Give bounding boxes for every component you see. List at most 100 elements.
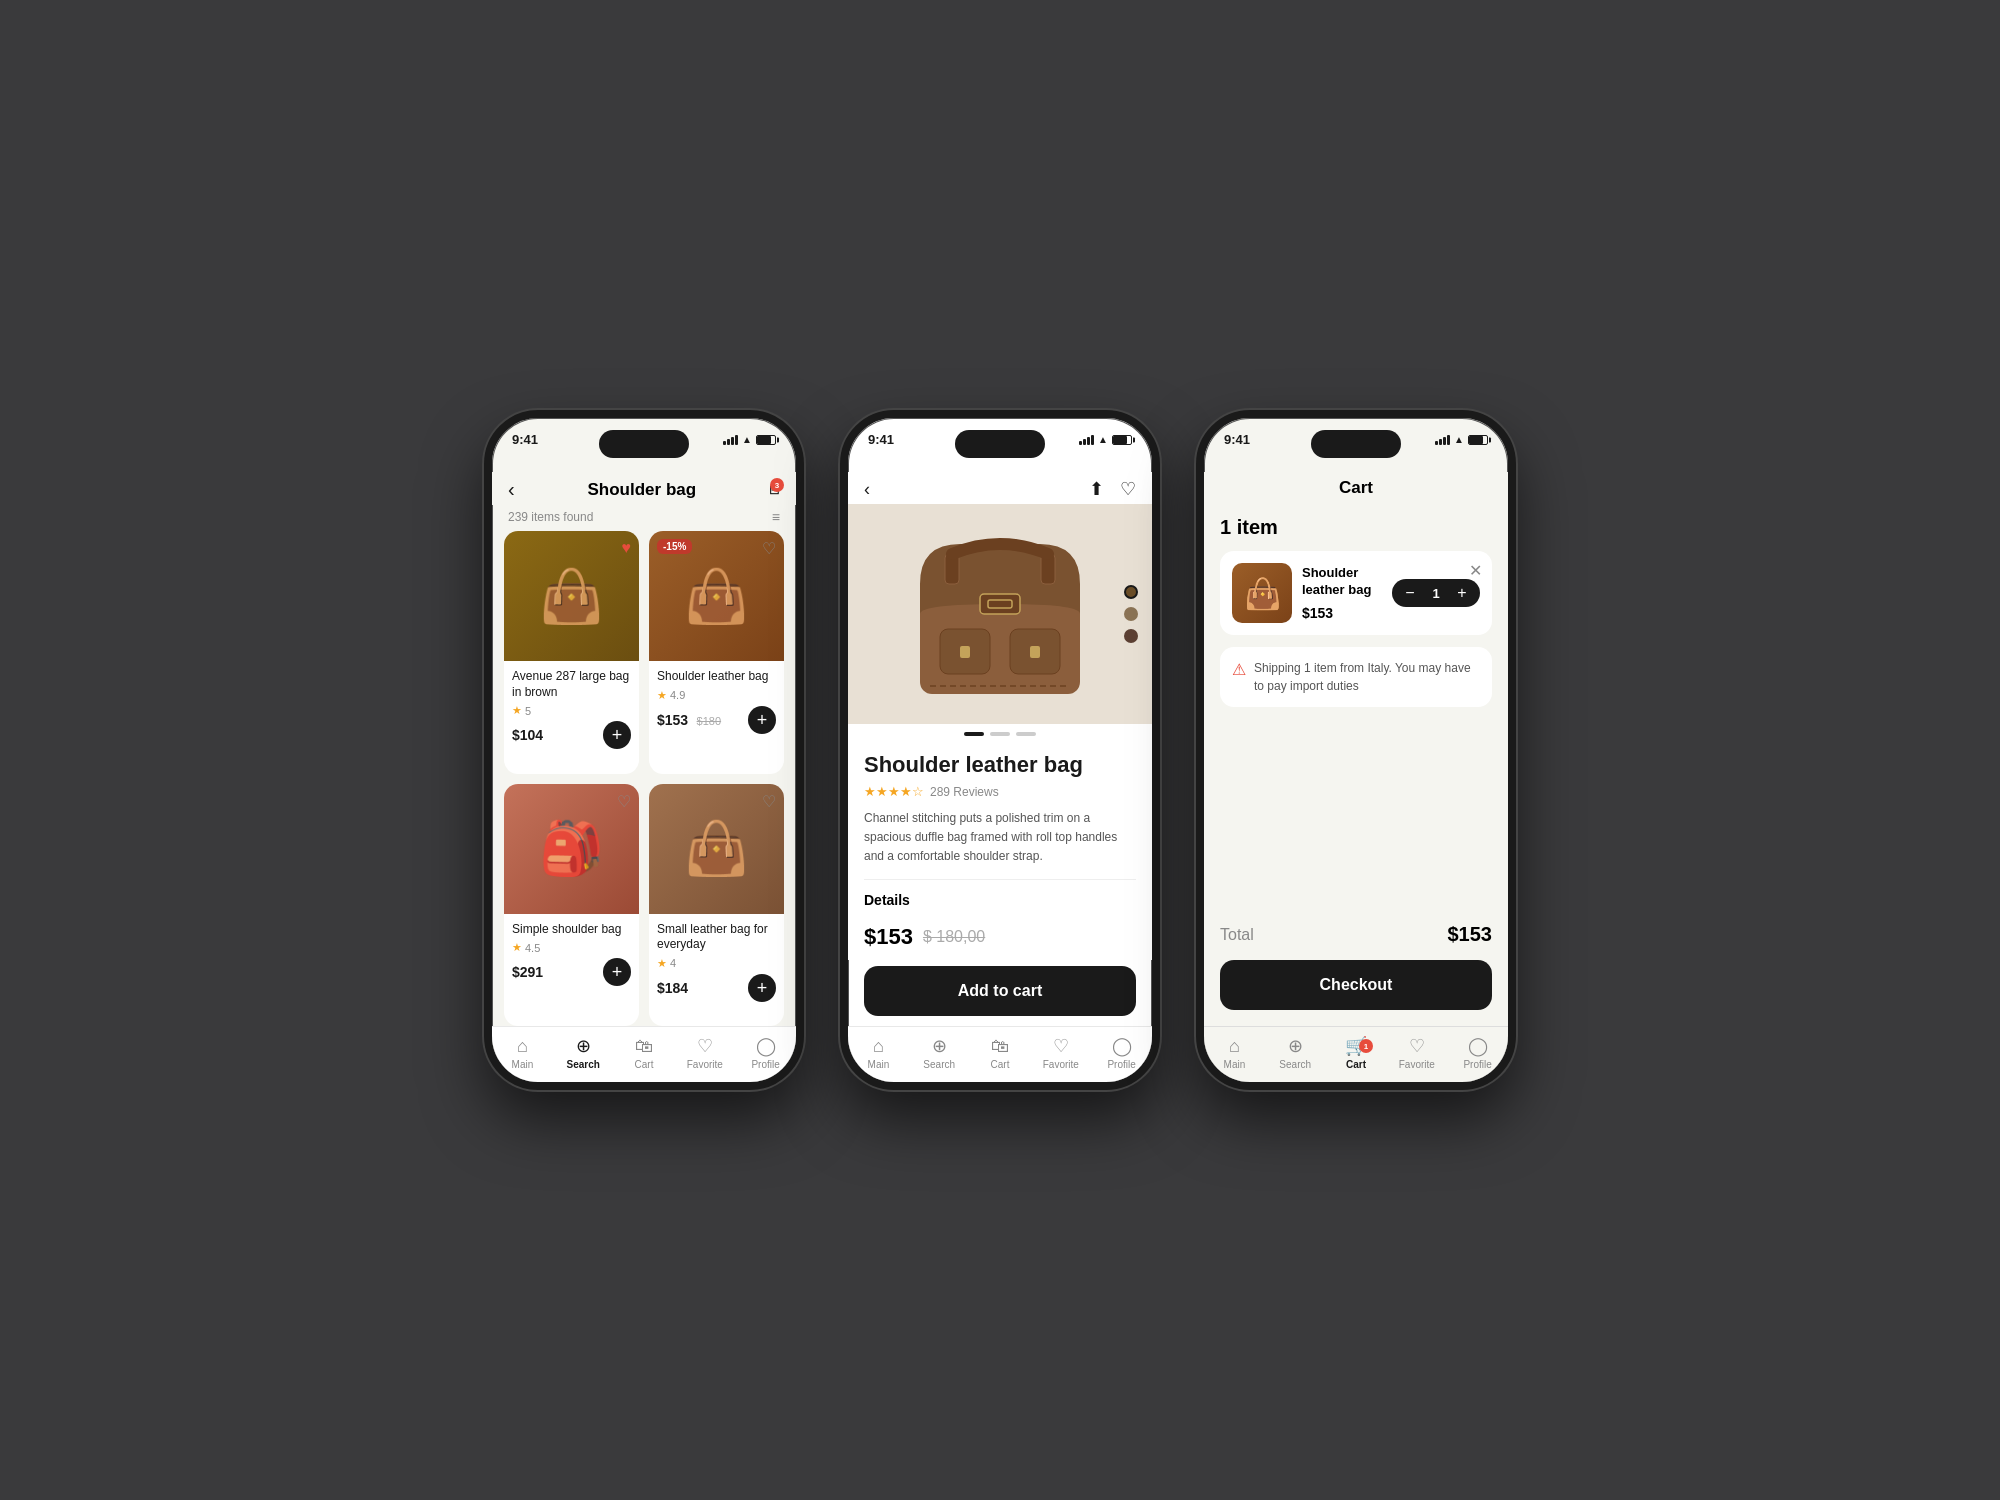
nav-favorite-2[interactable]: ♡ Favorite [1036,1035,1086,1070]
cart-total-section: Total $153 Checkout [1204,907,1508,1026]
product-price-row-3: $291 + [512,958,631,986]
nav-main-3[interactable]: ⌂ Main [1209,1036,1259,1070]
cart-title: Cart [1339,478,1373,497]
nav-favorite-label-3: Favorite [1399,1059,1435,1070]
detail-old-price: $ 180,00 [923,928,985,946]
dynamic-island-1 [599,430,689,458]
cart-item-name: Shoulder leather bag [1302,565,1382,599]
image-dot-3[interactable] [1016,732,1036,736]
image-dot-1[interactable] [964,732,984,736]
cart-nav-badge: 1 [1359,1039,1373,1053]
warning-icon: ⚠ [1232,660,1246,679]
nav-search-1[interactable]: ⊕ Search [558,1035,608,1070]
add-to-cart-btn-1[interactable]: + [603,721,631,749]
wifi-icon-1: ▲ [742,434,752,445]
review-count: 289 Reviews [930,785,999,799]
product-rating-3: ★ 4.5 [512,941,631,954]
home-icon-1: ⌂ [517,1036,528,1057]
quantity-increase[interactable]: + [1452,583,1472,603]
phone-2-detail: 9:41 ▲ ‹ ⬆ ♡ [840,410,1160,1090]
nav-favorite-3[interactable]: ♡ Favorite [1392,1035,1442,1070]
signal-bar-1 [723,441,726,445]
product-card-4[interactable]: 👜 ♡ Small leather bag for everyday ★ 4 $… [649,784,784,1027]
color-dot-2[interactable] [1124,607,1138,621]
nav-favorite-label-1: Favorite [687,1059,723,1070]
wishlist-button-detail[interactable]: ♡ [1120,478,1136,500]
wishlist-btn-3[interactable]: ♡ [617,792,631,811]
nav-profile-3[interactable]: ◯ Profile [1453,1035,1503,1070]
product-rating-1: ★ 5 [512,704,631,717]
add-to-cart-button[interactable]: Add to cart [864,966,1136,1016]
product-price-row-1: $104 + [512,721,631,749]
back-button-2[interactable]: ‹ [864,479,870,500]
back-button-1[interactable]: ‹ [508,478,515,501]
share-button[interactable]: ⬆ [1089,478,1104,500]
product-info-4: Small leather bag for everyday ★ 4 $184 … [649,914,784,1012]
product-name-3: Simple shoulder bag [512,922,631,938]
product-price-1: $104 [512,727,543,743]
product-card-1[interactable]: 👜 ♥ Avenue 287 large bag in brown ★ 5 $1… [504,531,639,774]
add-to-cart-btn-2[interactable]: + [748,706,776,734]
product-card-2[interactable]: 👜 -15% ♡ Shoulder leather bag ★ 4.9 $153 [649,531,784,774]
product-price-4: $184 [657,980,688,996]
nav-cart-label-3: Cart [1346,1059,1366,1070]
signal-bars-3 [1435,435,1450,445]
product-image-4: 👜 ♡ [649,784,784,914]
discount-badge-2: -15% [657,539,692,554]
add-to-cart-btn-3[interactable]: + [603,958,631,986]
detail-stars: ★★★★☆ [864,784,924,799]
products-grid: 👜 ♥ Avenue 287 large bag in brown ★ 5 $1… [492,531,796,1026]
product-info-1: Avenue 287 large bag in brown ★ 5 $104 + [504,661,639,759]
cart-content: 1 item 👜 Shoulder leather bag $153 − 1 + [1204,506,1508,907]
product-price-old-2: $180 [697,715,721,727]
nav-profile-1[interactable]: ◯ Profile [741,1035,791,1070]
nav-cart-1[interactable]: 🛍 Cart [619,1036,669,1070]
favorite-icon-2: ♡ [1053,1035,1069,1057]
nav-main-2[interactable]: ⌂ Main [853,1036,903,1070]
dynamic-island-2 [955,430,1045,458]
nav-search-2[interactable]: ⊕ Search [914,1035,964,1070]
profile-icon-2: ◯ [1112,1035,1132,1057]
battery-1 [756,435,776,445]
rating-num-3: 4.5 [525,942,540,954]
cart-count: 1 item [1220,516,1492,539]
filter-button[interactable]: ⊟ 3 [769,482,780,497]
phone2-header: ‹ ⬆ ♡ [848,472,1152,504]
nav-main-label-3: Main [1224,1059,1246,1070]
battery-3 [1468,435,1488,445]
color-dot-3[interactable] [1124,629,1138,643]
header-actions-2: ⬆ ♡ [1089,478,1136,500]
image-dot-2[interactable] [990,732,1010,736]
product-card-3[interactable]: 🎒 ♡ Simple shoulder bag ★ 4.5 $291 + [504,784,639,1027]
nav-favorite-1[interactable]: ♡ Favorite [680,1035,730,1070]
profile-icon-3: ◯ [1468,1035,1488,1057]
nav-cart-2[interactable]: 🛍 Cart [975,1036,1025,1070]
wishlist-btn-1[interactable]: ♥ [622,539,632,557]
phones-container: 9:41 ▲ ‹ Shoulder bag ⊟ 3 [484,410,1516,1090]
cart-item-remove[interactable]: ✕ [1469,561,1482,580]
cart-icon-2: 🛍 [991,1036,1009,1057]
quantity-decrease[interactable]: − [1400,583,1420,603]
detail-price: $153 [864,924,913,950]
nav-cart-3[interactable]: 🛒 Cart [1331,1035,1381,1070]
color-dot-1[interactable] [1124,585,1138,599]
stars-4: ★ [657,957,667,970]
nav-profile-2[interactable]: ◯ Profile [1097,1035,1147,1070]
sort-icon[interactable]: ≡ [772,509,780,525]
quantity-value: 1 [1428,586,1444,601]
add-to-cart-btn-4[interactable]: + [748,974,776,1002]
shipping-text: Shipping 1 item from Italy. You may have… [1254,659,1480,695]
status-icons-1: ▲ [723,434,776,445]
nav-search-3[interactable]: ⊕ Search [1270,1035,1320,1070]
dynamic-island-3 [1311,430,1401,458]
nav-favorite-label-2: Favorite [1043,1059,1079,1070]
checkout-button[interactable]: Checkout [1220,960,1492,1010]
product-name-4: Small leather bag for everyday [657,922,776,953]
nav-main-1[interactable]: ⌂ Main [497,1036,547,1070]
phone1-header: ‹ Shoulder bag ⊟ 3 [492,472,796,505]
wishlist-btn-2[interactable]: ♡ [762,539,776,558]
status-time-3: 9:41 [1224,432,1250,447]
wishlist-btn-4[interactable]: ♡ [762,792,776,811]
nav-profile-label-2: Profile [1107,1059,1135,1070]
cart-item-info: Shoulder leather bag $153 [1302,565,1382,621]
